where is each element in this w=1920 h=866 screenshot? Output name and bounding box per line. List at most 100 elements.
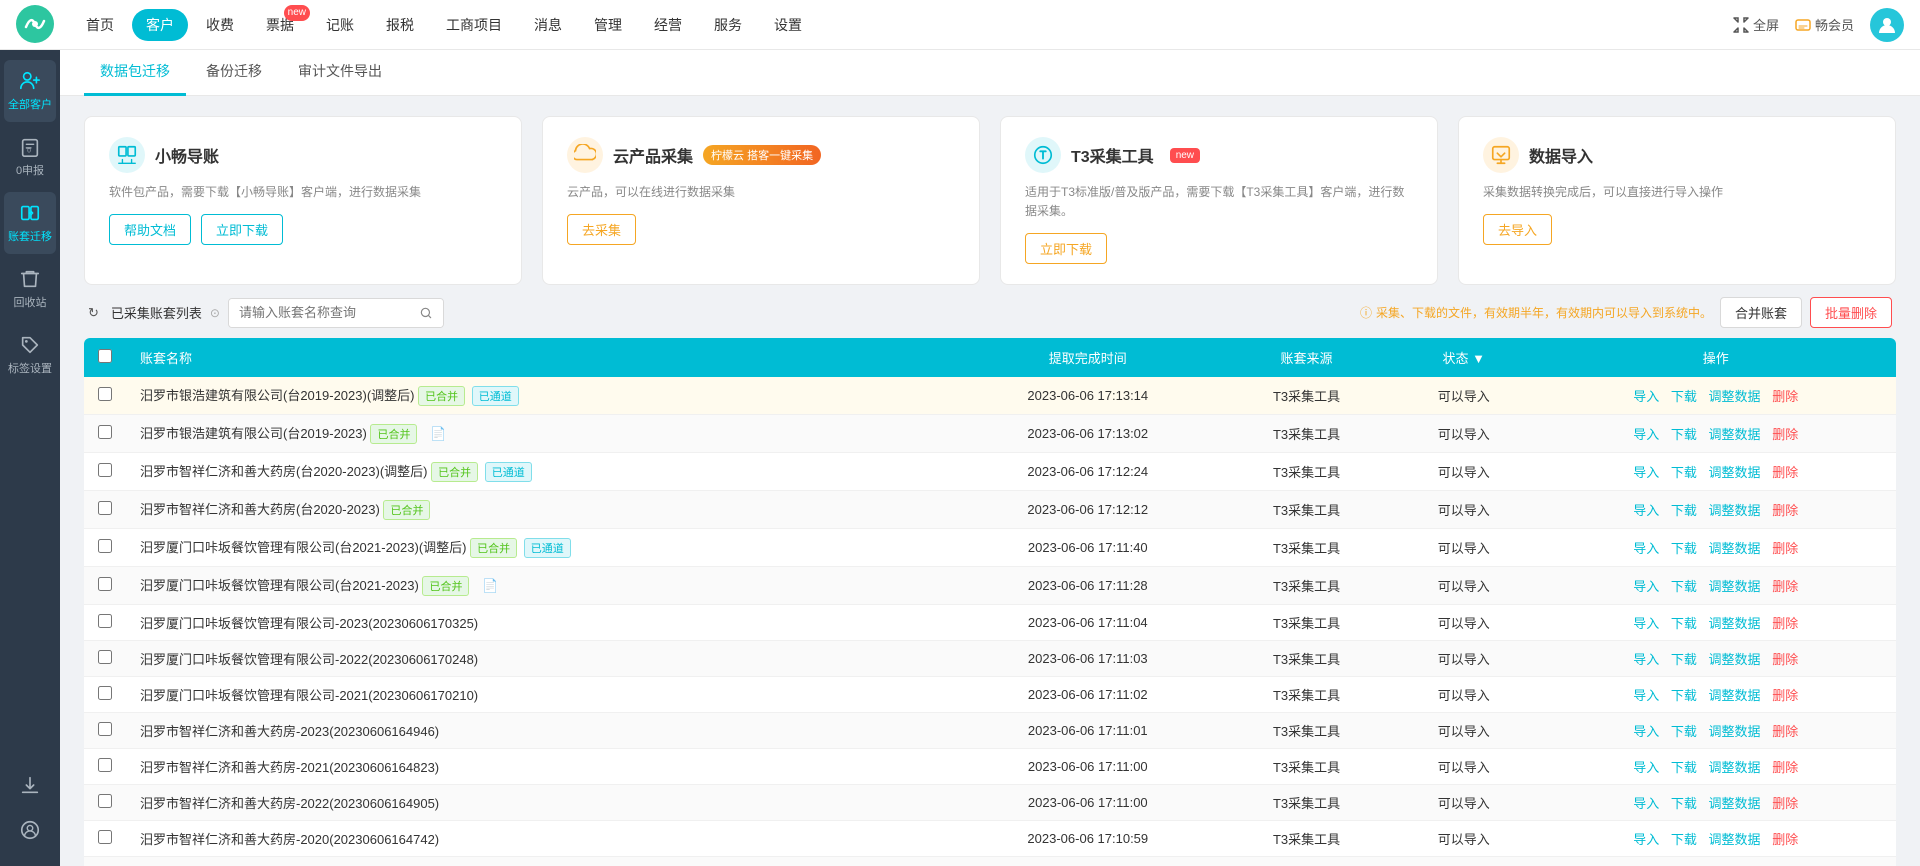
nav-item-service[interactable]: 服务 xyxy=(700,9,756,41)
download-link[interactable]: 下载 xyxy=(1671,724,1697,739)
download-link[interactable]: 下载 xyxy=(1671,427,1697,442)
row-checkbox[interactable] xyxy=(98,758,112,772)
search-button[interactable] xyxy=(409,299,443,327)
delete-link[interactable]: 删除 xyxy=(1772,465,1798,480)
sidebar-user-btn[interactable] xyxy=(13,813,47,850)
import-link[interactable]: 导入 xyxy=(1633,579,1659,594)
row-checkbox[interactable] xyxy=(98,722,112,736)
adjust-link[interactable]: 调整数据 xyxy=(1709,541,1761,556)
row-checkbox[interactable] xyxy=(98,463,112,477)
nav-item-business[interactable]: 工商项目 xyxy=(432,9,516,41)
delete-link[interactable]: 删除 xyxy=(1772,688,1798,703)
nav-item-settings[interactable]: 设置 xyxy=(760,9,816,41)
fullscreen-btn[interactable]: 全屏 xyxy=(1733,15,1779,34)
adjust-link[interactable]: 调整数据 xyxy=(1709,579,1761,594)
nav-item-invoice[interactable]: 票据new xyxy=(252,9,308,41)
import-link[interactable]: 导入 xyxy=(1633,616,1659,631)
adjust-link[interactable]: 调整数据 xyxy=(1709,796,1761,811)
row-checkbox[interactable] xyxy=(98,539,112,553)
adjust-link[interactable]: 调整数据 xyxy=(1709,688,1761,703)
adjust-link[interactable]: 调整数据 xyxy=(1709,652,1761,667)
download-link[interactable]: 下载 xyxy=(1671,760,1697,775)
nav-item-message[interactable]: 消息 xyxy=(520,9,576,41)
nav-item-home[interactable]: 首页 xyxy=(72,9,128,41)
refresh-icon[interactable]: ↻ xyxy=(88,305,99,321)
adjust-link[interactable]: 调整数据 xyxy=(1709,427,1761,442)
sidebar-item-trash[interactable]: 回收站 xyxy=(4,258,56,320)
delete-link[interactable]: 删除 xyxy=(1772,616,1798,631)
row-checkbox[interactable] xyxy=(98,387,112,401)
delete-link[interactable]: 删除 xyxy=(1772,724,1798,739)
import-link[interactable]: 导入 xyxy=(1633,427,1659,442)
row-checkbox[interactable] xyxy=(98,686,112,700)
delete-link[interactable]: 删除 xyxy=(1772,832,1798,847)
import-link[interactable]: 导入 xyxy=(1633,796,1659,811)
sidebar-item-tag[interactable]: 标签设置 xyxy=(4,324,56,386)
sidebar-item-all-customers[interactable]: 全部客户 xyxy=(4,60,56,122)
row-checkbox[interactable] xyxy=(98,614,112,628)
import-link[interactable]: 导入 xyxy=(1633,465,1659,480)
sidebar-item-migrate[interactable]: 账套迁移 xyxy=(4,192,56,254)
download-link[interactable]: 下载 xyxy=(1671,579,1697,594)
adjust-link[interactable]: 调整数据 xyxy=(1709,760,1761,775)
select-all-checkbox[interactable] xyxy=(98,349,112,363)
row-checkbox[interactable] xyxy=(98,501,112,515)
download-link[interactable]: 下载 xyxy=(1671,465,1697,480)
download-now-btn-3[interactable]: 立即下载 xyxy=(1025,233,1107,264)
nav-item-customer[interactable]: 客户 xyxy=(132,9,188,41)
import-link[interactable]: 导入 xyxy=(1633,541,1659,556)
delete-link[interactable]: 删除 xyxy=(1772,579,1798,594)
go-collect-btn[interactable]: 去采集 xyxy=(567,214,636,245)
adjust-link[interactable]: 调整数据 xyxy=(1709,616,1761,631)
download-link[interactable]: 下载 xyxy=(1671,616,1697,631)
delete-link[interactable]: 删除 xyxy=(1772,541,1798,556)
adjust-link[interactable]: 调整数据 xyxy=(1709,724,1761,739)
row-checkbox[interactable] xyxy=(98,650,112,664)
import-link[interactable]: 导入 xyxy=(1633,724,1659,739)
logo[interactable] xyxy=(16,5,56,45)
search-input[interactable] xyxy=(229,299,409,327)
import-link[interactable]: 导入 xyxy=(1633,389,1659,404)
import-link[interactable]: 导入 xyxy=(1633,652,1659,667)
delete-link[interactable]: 删除 xyxy=(1772,427,1798,442)
import-link[interactable]: 导入 xyxy=(1633,688,1659,703)
download-link[interactable]: 下载 xyxy=(1671,541,1697,556)
nav-item-bookkeeping[interactable]: 记账 xyxy=(312,9,368,41)
sidebar-download-btn[interactable] xyxy=(13,768,47,805)
delete-link[interactable]: 删除 xyxy=(1772,652,1798,667)
nav-item-fee[interactable]: 收费 xyxy=(192,9,248,41)
avatar[interactable] xyxy=(1870,8,1904,42)
file-icon[interactable]: 📄 xyxy=(482,578,498,593)
delete-link[interactable]: 删除 xyxy=(1772,760,1798,775)
delete-link[interactable]: 删除 xyxy=(1772,389,1798,404)
adjust-link[interactable]: 调整数据 xyxy=(1709,389,1761,404)
download-link[interactable]: 下载 xyxy=(1671,503,1697,518)
row-checkbox[interactable] xyxy=(98,577,112,591)
tab-data-package-migration[interactable]: 数据包迁移 xyxy=(84,50,186,96)
tab-audit-export[interactable]: 审计文件导出 xyxy=(282,50,398,96)
member-btn[interactable]: 畅会员 xyxy=(1795,15,1854,34)
adjust-link[interactable]: 调整数据 xyxy=(1709,832,1761,847)
download-link[interactable]: 下载 xyxy=(1671,688,1697,703)
download-link[interactable]: 下载 xyxy=(1671,796,1697,811)
adjust-link[interactable]: 调整数据 xyxy=(1709,465,1761,480)
help-icon[interactable]: ⊙ xyxy=(210,306,220,320)
tab-backup-migration[interactable]: 备份迁移 xyxy=(190,50,278,96)
nav-item-tax[interactable]: 报税 xyxy=(372,9,428,41)
row-checkbox[interactable] xyxy=(98,425,112,439)
nav-item-operation[interactable]: 经营 xyxy=(640,9,696,41)
row-checkbox[interactable] xyxy=(98,794,112,808)
sidebar-item-zero-report[interactable]: 0 0申报 xyxy=(4,126,56,188)
row-checkbox[interactable] xyxy=(98,830,112,844)
download-link[interactable]: 下载 xyxy=(1671,389,1697,404)
import-link[interactable]: 导入 xyxy=(1633,832,1659,847)
download-link[interactable]: 下载 xyxy=(1671,652,1697,667)
download-now-btn-1[interactable]: 立即下载 xyxy=(201,214,283,245)
help-doc-btn[interactable]: 帮助文档 xyxy=(109,214,191,245)
import-link[interactable]: 导入 xyxy=(1633,503,1659,518)
file-icon[interactable]: 📄 xyxy=(430,426,446,441)
nav-item-manage[interactable]: 管理 xyxy=(580,9,636,41)
import-link[interactable]: 导入 xyxy=(1633,760,1659,775)
delete-link[interactable]: 删除 xyxy=(1772,503,1798,518)
batch-delete-btn[interactable]: 批量删除 xyxy=(1810,297,1892,328)
